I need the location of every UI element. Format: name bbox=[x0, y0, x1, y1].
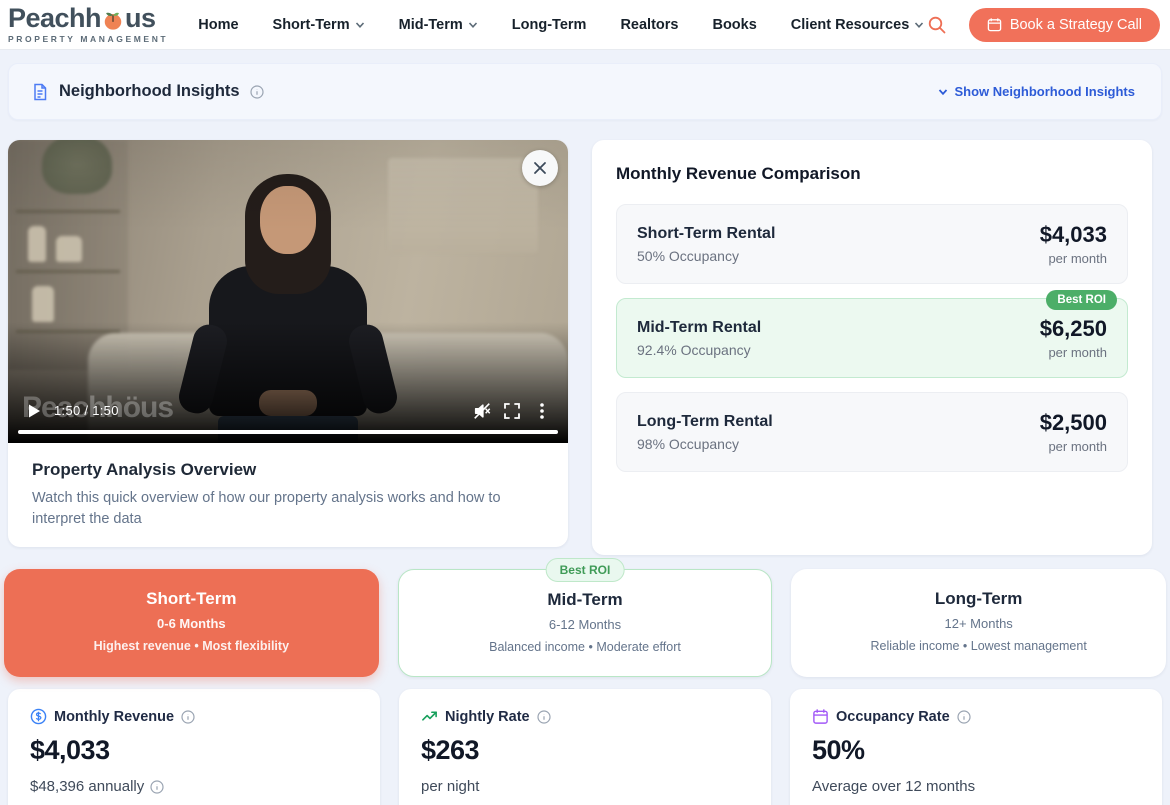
row-period: per month bbox=[1040, 251, 1107, 266]
occupancy-rate-card: Occupancy Rate 50% Average over 12 month… bbox=[790, 689, 1162, 805]
video-info: Property Analysis Overview Watch this qu… bbox=[8, 443, 568, 547]
comparison-row-mid-term[interactable]: Best ROI Mid-Term Rental 92.4% Occupancy… bbox=[616, 298, 1128, 378]
brand-tagline: PROPERTY MANAGEMENT bbox=[8, 34, 168, 44]
neighborhood-insights-bar: Neighborhood Insights Show Neighborhood … bbox=[8, 63, 1162, 120]
best-roi-badge: Best ROI bbox=[1046, 290, 1117, 310]
muted-volume-icon[interactable] bbox=[472, 401, 492, 421]
play-icon[interactable] bbox=[24, 401, 44, 421]
calendar-icon bbox=[812, 708, 829, 725]
calendar-icon bbox=[987, 17, 1002, 32]
chevron-down-icon bbox=[938, 87, 948, 97]
stat-subvalue: $48,396 annually bbox=[30, 778, 144, 795]
dollar-circle-icon bbox=[30, 708, 47, 725]
row-name: Long-Term Rental bbox=[637, 413, 773, 431]
comparison-title: Monthly Revenue Comparison bbox=[616, 164, 1128, 184]
brand-name: Peachh us bbox=[8, 5, 168, 32]
nightly-rate-card: Nightly Rate $263 per night Based on nea… bbox=[399, 689, 771, 805]
peach-icon bbox=[102, 9, 124, 31]
info-icon[interactable] bbox=[537, 710, 551, 724]
video-title: Property Analysis Overview bbox=[32, 460, 544, 480]
video-card: Peachhöus 1:50 / 1:50 Property Analysis … bbox=[8, 140, 568, 547]
row-amount: $4,033 bbox=[1040, 222, 1107, 248]
nav-item-long-term[interactable]: Long-Term bbox=[512, 17, 587, 33]
stat-value: $263 bbox=[421, 735, 749, 766]
top-nav: Peachh us PROPERTY MANAGEMENT Home Short… bbox=[0, 0, 1170, 50]
main-nav: Home Short-Term Mid-Term Long-Term Realt… bbox=[198, 17, 924, 33]
row-name: Mid-Term Rental bbox=[637, 319, 761, 337]
kebab-menu-icon[interactable] bbox=[532, 401, 552, 421]
stat-cards: Monthly Revenue $4,033 $48,396 annually … bbox=[0, 677, 1170, 805]
tab-mid-term[interactable]: Best ROI Mid-Term 6-12 Months Balanced i… bbox=[398, 569, 773, 677]
chevron-down-icon bbox=[914, 20, 924, 30]
video-progress-bar[interactable] bbox=[18, 430, 558, 434]
best-roi-badge: Best ROI bbox=[546, 558, 625, 582]
tab-long-term[interactable]: Long-Term 12+ Months Reliable income • L… bbox=[791, 569, 1166, 677]
nav-item-books[interactable]: Books bbox=[712, 17, 756, 33]
chevron-down-icon bbox=[355, 20, 365, 30]
fullscreen-icon[interactable] bbox=[502, 401, 522, 421]
document-icon bbox=[31, 83, 49, 101]
stat-value: $4,033 bbox=[30, 735, 358, 766]
row-occupancy: 92.4% Occupancy bbox=[637, 342, 761, 358]
stat-subvalue: Average over 12 months bbox=[812, 778, 975, 795]
term-tabs: Short-Term 0-6 Months Highest revenue • … bbox=[0, 555, 1170, 677]
comparison-row-short-term[interactable]: Short-Term Rental 50% Occupancy $4,033 p… bbox=[616, 204, 1128, 284]
close-icon bbox=[532, 160, 548, 176]
video-player[interactable]: Peachhöus 1:50 / 1:50 bbox=[8, 140, 568, 443]
stat-value: 50% bbox=[812, 735, 1140, 766]
nav-item-mid-term[interactable]: Mid-Term bbox=[399, 17, 478, 33]
nav-item-home[interactable]: Home bbox=[198, 17, 238, 33]
tab-short-term[interactable]: Short-Term 0-6 Months Highest revenue • … bbox=[4, 569, 379, 677]
trending-up-icon bbox=[421, 708, 438, 725]
brand-logo[interactable]: Peachh us PROPERTY MANAGEMENT bbox=[8, 5, 168, 44]
show-insights-toggle[interactable]: Show Neighborhood Insights bbox=[938, 84, 1135, 99]
info-icon[interactable] bbox=[250, 85, 264, 99]
revenue-comparison-card: Monthly Revenue Comparison Short-Term Re… bbox=[592, 140, 1152, 555]
video-description: Watch this quick overview of how our pro… bbox=[32, 488, 544, 530]
row-amount: $6,250 bbox=[1040, 316, 1107, 342]
row-occupancy: 50% Occupancy bbox=[637, 248, 775, 264]
row-period: per month bbox=[1040, 345, 1107, 360]
close-video-button[interactable] bbox=[522, 150, 558, 186]
brand-name-left: Peachh bbox=[8, 5, 101, 32]
row-amount: $2,500 bbox=[1040, 410, 1107, 436]
row-period: per month bbox=[1040, 439, 1107, 454]
content-grid: Peachhöus 1:50 / 1:50 Property Analysis … bbox=[0, 120, 1170, 555]
info-icon[interactable] bbox=[181, 710, 195, 724]
video-controls: 1:50 / 1:50 bbox=[8, 401, 568, 421]
nav-item-client-resources[interactable]: Client Resources bbox=[791, 17, 924, 33]
nav-item-realtors[interactable]: Realtors bbox=[620, 17, 678, 33]
info-icon[interactable] bbox=[150, 780, 164, 794]
nav-actions: Book a Strategy Call bbox=[927, 8, 1160, 42]
comparison-row-long-term[interactable]: Long-Term Rental 98% Occupancy $2,500 pe… bbox=[616, 392, 1128, 472]
row-occupancy: 98% Occupancy bbox=[637, 436, 773, 452]
video-timestamp: 1:50 / 1:50 bbox=[54, 403, 119, 418]
insights-header: Neighborhood Insights bbox=[31, 82, 264, 101]
insights-title: Neighborhood Insights bbox=[59, 82, 240, 101]
info-icon[interactable] bbox=[957, 710, 971, 724]
chevron-down-icon bbox=[468, 20, 478, 30]
brand-name-right: us bbox=[125, 5, 156, 32]
search-icon[interactable] bbox=[927, 15, 947, 35]
row-name: Short-Term Rental bbox=[637, 225, 775, 243]
nav-item-short-term[interactable]: Short-Term bbox=[273, 17, 365, 33]
monthly-revenue-card: Monthly Revenue $4,033 $48,396 annually … bbox=[8, 689, 380, 805]
book-strategy-call-button[interactable]: Book a Strategy Call bbox=[969, 8, 1160, 42]
stat-subvalue: per night bbox=[421, 778, 479, 795]
